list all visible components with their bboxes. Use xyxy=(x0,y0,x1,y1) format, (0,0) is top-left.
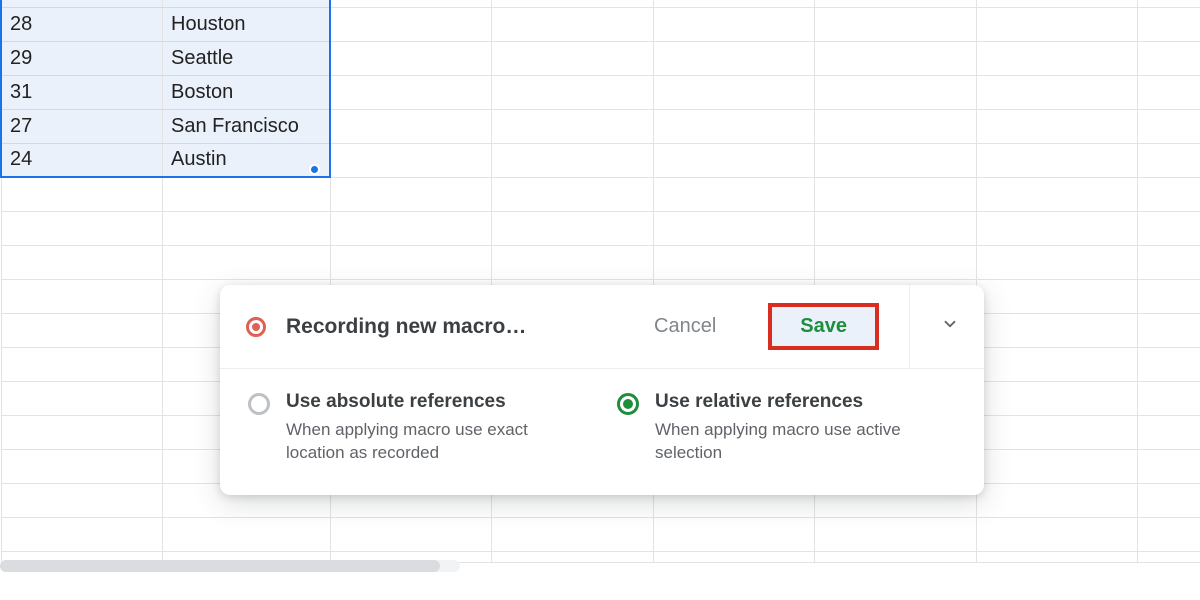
selection-handle[interactable] xyxy=(309,164,320,175)
cell[interactable]: Houston xyxy=(163,7,331,41)
cell[interactable]: Boston xyxy=(163,75,331,109)
table-row[interactable]: 22 Chicago xyxy=(1,0,1200,7)
cell[interactable]: 22 xyxy=(1,0,163,7)
cell[interactable]: 27 xyxy=(1,109,163,143)
cell[interactable]: San Francisco xyxy=(163,109,331,143)
cell[interactable]: Chicago xyxy=(163,0,331,7)
divider xyxy=(909,285,910,368)
radio-unchecked-icon[interactable] xyxy=(248,393,270,415)
option-title: Use relative references xyxy=(655,391,925,413)
table-row[interactable]: 24 Austin xyxy=(1,143,1200,177)
cell[interactable]: Seattle xyxy=(163,41,331,75)
cell[interactable]: 24 xyxy=(1,143,163,177)
macro-recorder-dialog: Recording new macro… Cancel Save Use abs… xyxy=(220,285,984,495)
table-row[interactable]: 27 San Francisco xyxy=(1,109,1200,143)
table-row[interactable] xyxy=(1,211,1200,245)
option-description: When applying macro use active selection xyxy=(655,419,925,465)
option-absolute-references[interactable]: Use absolute references When applying ma… xyxy=(248,391,597,465)
option-description: When applying macro use exact location a… xyxy=(286,419,556,465)
option-title: Use absolute references xyxy=(286,391,556,413)
save-button[interactable]: Save xyxy=(800,315,847,338)
table-row[interactable] xyxy=(1,245,1200,279)
chevron-down-icon xyxy=(941,315,959,333)
cancel-button[interactable]: Cancel xyxy=(638,307,732,346)
cell[interactable]: Austin xyxy=(163,143,331,177)
radio-checked-icon[interactable] xyxy=(617,393,639,415)
table-row[interactable]: 31 Boston xyxy=(1,75,1200,109)
cell[interactable]: 29 xyxy=(1,41,163,75)
table-row[interactable]: 29 Seattle xyxy=(1,41,1200,75)
expand-button[interactable] xyxy=(930,315,970,338)
horizontal-scrollbar[interactable] xyxy=(0,560,460,572)
table-row[interactable] xyxy=(1,177,1200,211)
option-relative-references[interactable]: Use relative references When applying ma… xyxy=(617,391,966,465)
cell[interactable]: 28 xyxy=(1,7,163,41)
record-icon xyxy=(246,317,266,337)
cell[interactable]: 31 xyxy=(1,75,163,109)
table-row[interactable]: 28 Houston xyxy=(1,7,1200,41)
table-row[interactable] xyxy=(1,517,1200,551)
save-button-highlight: Save xyxy=(768,303,879,350)
dialog-title: Recording new macro… xyxy=(286,315,526,339)
